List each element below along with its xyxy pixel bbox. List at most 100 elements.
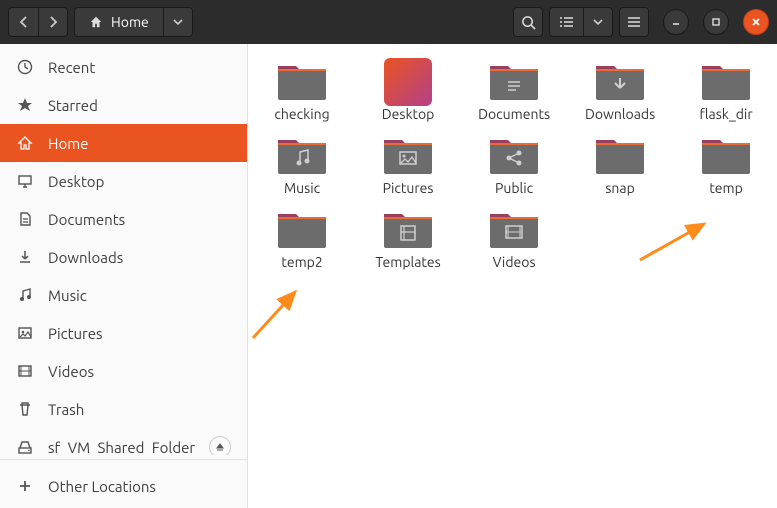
- file-item-pictures[interactable]: Pictures: [360, 130, 456, 196]
- videos-icon: [16, 363, 34, 379]
- file-label: flask_dir: [699, 106, 752, 122]
- file-item-desktop[interactable]: Desktop: [360, 56, 456, 122]
- plus-icon: [16, 479, 34, 493]
- folder-icon: [274, 204, 330, 252]
- folder-icon: [486, 130, 542, 178]
- file-item-checking[interactable]: checking: [254, 56, 350, 122]
- file-item-videos[interactable]: Videos: [466, 204, 562, 270]
- sidebar-item-label: Desktop: [48, 173, 104, 190]
- file-item-temp[interactable]: temp: [678, 130, 774, 196]
- sidebar-item-label: Trash: [48, 401, 84, 418]
- search-button[interactable]: [513, 7, 543, 37]
- file-item-documents[interactable]: Documents: [466, 56, 562, 122]
- documents-icon: [16, 211, 34, 227]
- content-area: Recent Starred Home Desktop Documents Downloa…: [0, 44, 777, 508]
- sidebar-item-label: Pictures: [48, 325, 103, 342]
- folder-icon: [274, 56, 330, 104]
- path-label: Home: [111, 14, 149, 30]
- sidebar-item-label: Videos: [48, 363, 94, 380]
- view-options-button[interactable]: [583, 7, 613, 37]
- sidebar-item-label: Documents: [48, 211, 125, 228]
- drive-icon: [16, 439, 34, 455]
- file-item-temp2[interactable]: temp2: [254, 204, 350, 270]
- annotation-arrow-temp: [634, 216, 714, 266]
- main-view[interactable]: checking Desktop Documents Downloads flask_d…: [248, 44, 777, 508]
- file-label: Pictures: [383, 180, 434, 196]
- back-button[interactable]: [8, 7, 38, 37]
- sidebar-item-home[interactable]: Home: [0, 124, 247, 162]
- sidebar-item-videos[interactable]: Videos: [0, 352, 247, 390]
- path-bar: Home: [74, 7, 193, 37]
- trash-icon: [16, 401, 34, 417]
- path-dropdown-button[interactable]: [163, 7, 193, 37]
- file-item-music[interactable]: Music: [254, 130, 350, 196]
- folder-icon: [698, 130, 754, 178]
- annotation-arrow-temp2: [247, 284, 305, 344]
- file-label: Public: [495, 180, 533, 196]
- sidebar-item-label: Downloads: [48, 249, 123, 266]
- chevron-down-icon: [173, 19, 183, 25]
- folder-icon: [380, 204, 436, 252]
- sidebar-item-label: sf_VM_Shared_Folder: [48, 439, 195, 456]
- file-item-public[interactable]: Public: [466, 130, 562, 196]
- forward-button[interactable]: [38, 7, 68, 37]
- path-home-button[interactable]: Home: [74, 7, 163, 37]
- home-icon: [16, 135, 34, 151]
- sidebar: Recent Starred Home Desktop Documents Downloa…: [0, 44, 248, 508]
- folder-icon: [698, 56, 754, 104]
- clock-icon: [16, 59, 34, 75]
- sidebar-item-starred[interactable]: Starred: [0, 86, 247, 124]
- file-label: Documents: [478, 106, 550, 122]
- search-icon: [521, 15, 536, 30]
- pictures-icon: [16, 325, 34, 341]
- sidebar-item-music[interactable]: Music: [0, 276, 247, 314]
- eject-button[interactable]: [209, 436, 231, 455]
- file-label: temp2: [281, 254, 322, 270]
- sidebar-item-label: Home: [48, 135, 88, 152]
- sidebar-item-downloads[interactable]: Downloads: [0, 238, 247, 276]
- nav-group: [8, 7, 68, 37]
- folder-icon: [486, 204, 542, 252]
- sidebar-item-trash[interactable]: Trash: [0, 390, 247, 428]
- maximize-button[interactable]: [703, 9, 729, 35]
- folder-icon: [486, 56, 542, 104]
- file-label: Music: [284, 180, 320, 196]
- sidebar-item-label: Music: [48, 287, 87, 304]
- hamburger-menu-button[interactable]: [619, 7, 649, 37]
- chevron-down-icon: [593, 19, 603, 25]
- file-label: temp: [709, 180, 742, 196]
- star-icon: [16, 97, 34, 113]
- file-label: Downloads: [585, 106, 655, 122]
- file-item-snap[interactable]: snap: [572, 130, 668, 196]
- sidebar-item-documents[interactable]: Documents: [0, 200, 247, 238]
- list-view-button[interactable]: [549, 7, 583, 37]
- file-item-downloads[interactable]: Downloads: [572, 56, 668, 122]
- titlebar: Home: [0, 0, 777, 44]
- hamburger-icon: [627, 16, 641, 28]
- sidebar-item-sf-vm-shared-folder[interactable]: sf_VM_Shared_Folder: [0, 428, 247, 455]
- sidebar-item-label: Other Locations: [48, 478, 156, 495]
- view-group: [549, 7, 613, 37]
- file-label: checking: [274, 106, 329, 122]
- minimize-button[interactable]: [663, 9, 689, 35]
- file-item-flask-dir[interactable]: flask_dir: [678, 56, 774, 122]
- list-icon: [559, 16, 574, 28]
- file-item-templates[interactable]: Templates: [360, 204, 456, 270]
- desktop-icon: [380, 56, 436, 104]
- folder-icon: [274, 130, 330, 178]
- sidebar-item-desktop[interactable]: Desktop: [0, 162, 247, 200]
- file-label: Templates: [375, 254, 440, 270]
- sidebar-other-locations[interactable]: Other Locations: [0, 464, 247, 508]
- sidebar-item-label: Starred: [48, 97, 98, 114]
- downloads-icon: [16, 249, 34, 265]
- folder-icon: [592, 130, 648, 178]
- sidebar-item-recent[interactable]: Recent: [0, 48, 247, 86]
- file-label: Desktop: [382, 106, 435, 122]
- folder-icon: [380, 130, 436, 178]
- home-icon: [89, 15, 103, 29]
- music-icon: [16, 287, 34, 303]
- file-label: snap: [605, 180, 634, 196]
- file-label: Videos: [493, 254, 536, 270]
- close-button[interactable]: [743, 9, 769, 35]
- sidebar-item-pictures[interactable]: Pictures: [0, 314, 247, 352]
